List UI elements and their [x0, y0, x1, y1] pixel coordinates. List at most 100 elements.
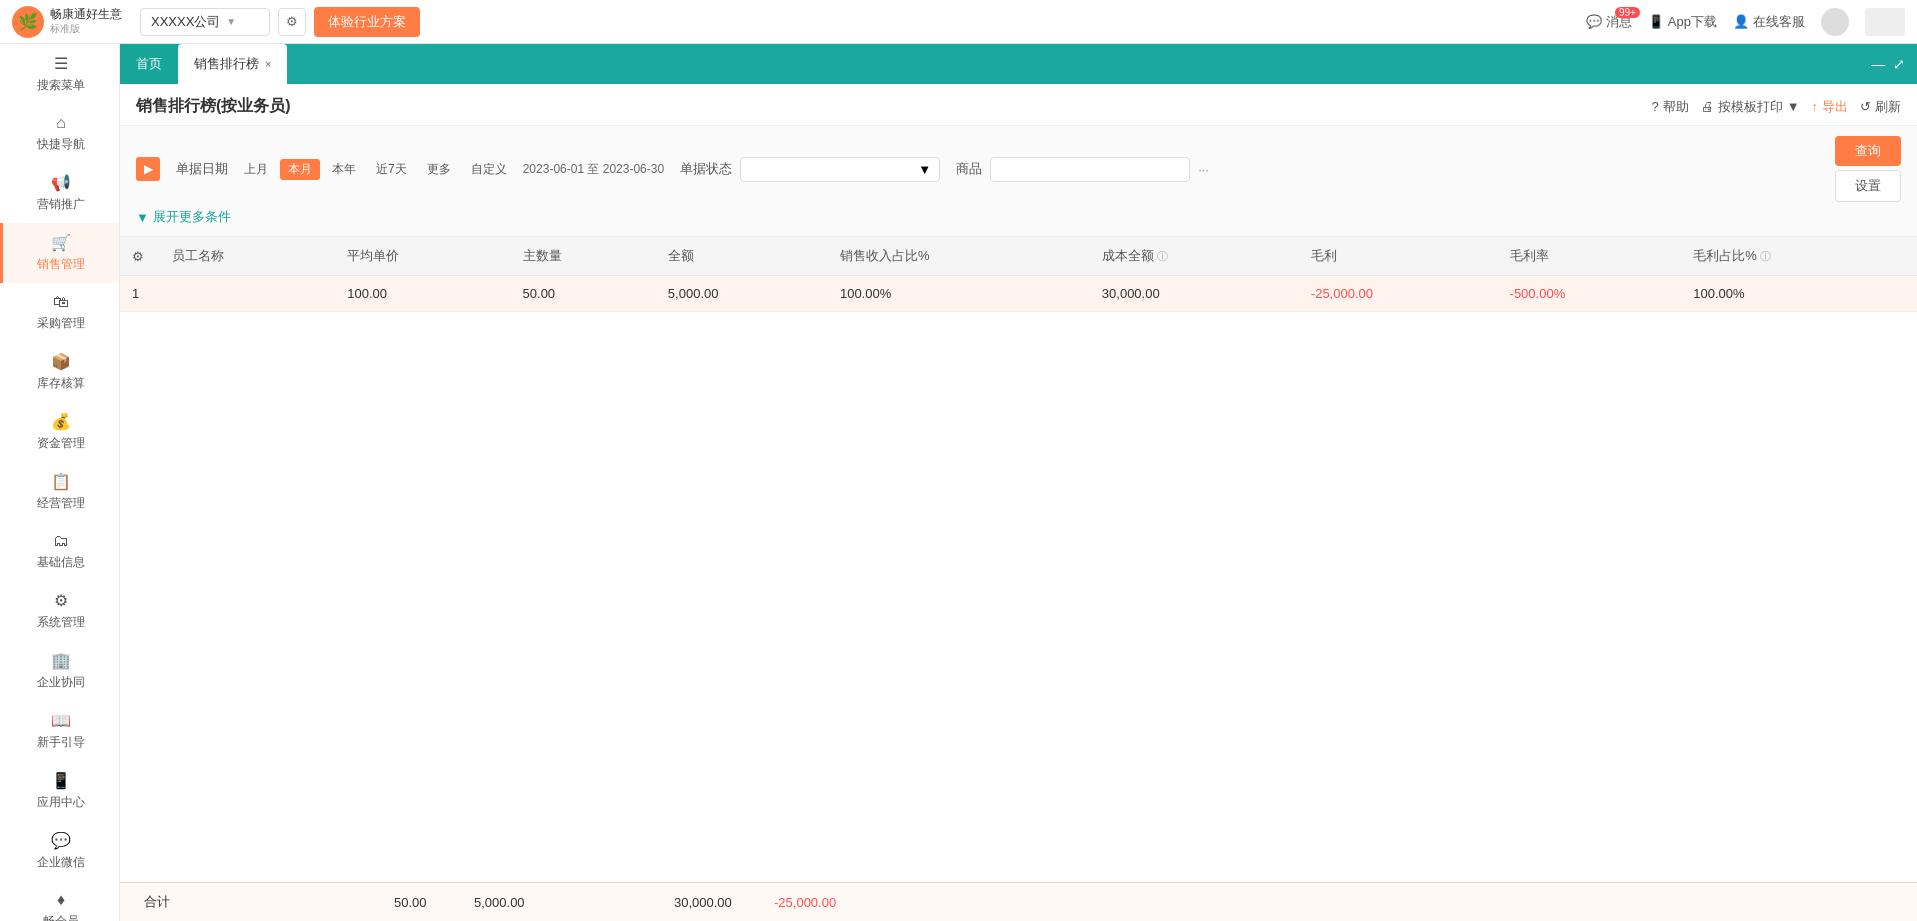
- cell-quantity: 50.00: [511, 276, 656, 312]
- message-btn[interactable]: 💬 消息 99+: [1586, 13, 1632, 31]
- tab-bar-right: — ⤢: [1859, 56, 1917, 72]
- status-select-arrow: ▼: [918, 162, 931, 177]
- goods-filter-group: 商品 ···: [956, 157, 1209, 182]
- avatar[interactable]: [1821, 8, 1849, 36]
- tab-home[interactable]: 首页: [120, 44, 178, 84]
- cell-name: [160, 276, 335, 312]
- message-badge: 99+: [1615, 7, 1640, 18]
- trial-button[interactable]: 体验行业方案: [314, 7, 420, 37]
- help-btn[interactable]: ? 帮助: [1651, 98, 1688, 116]
- sidebar-item-label: 系统管理: [37, 614, 85, 631]
- col-sales-ratio: 销售收入占比%: [828, 237, 1090, 276]
- vip-icon: ♦: [57, 891, 65, 909]
- table-row[interactable]: 1 100.00 50.00 5,000.00 100.00% 30,000.0…: [120, 276, 1917, 312]
- date-opt-more[interactable]: 更多: [419, 159, 459, 180]
- date-opt-this-month[interactable]: 本月: [280, 159, 320, 180]
- purchase-icon: 🛍: [53, 293, 69, 311]
- sidebar-item-sales[interactable]: 🛒 销售管理: [0, 223, 119, 283]
- search-icon: ☰: [54, 54, 68, 73]
- sidebar-item-marketing[interactable]: 📢 营销推广: [0, 163, 119, 223]
- data-table: ⚙ 员工名称 平均单价 主数量 全额 销售收入占比% 成本全额 ⓘ 毛利: [120, 237, 1917, 312]
- goods-input[interactable]: [990, 157, 1190, 182]
- settings-icon-btn[interactable]: ⚙: [278, 8, 306, 36]
- sidebar-item-label: 企业协同: [37, 674, 85, 691]
- arrow-icon: ▶: [144, 162, 153, 176]
- cost-info-icon[interactable]: ⓘ: [1157, 250, 1168, 262]
- user-name-area[interactable]: [1865, 8, 1905, 36]
- footer-amount: 5,000.00: [462, 895, 552, 910]
- page-content: 销售排行榜(按业务员) ? 帮助 🖨 按模板打印 ▼ ↑ 导出: [120, 84, 1917, 921]
- filter-toggle-btn[interactable]: ▶: [136, 157, 160, 181]
- operations-icon: 📋: [51, 472, 71, 491]
- date-opt-7days[interactable]: 近7天: [368, 159, 415, 180]
- sidebar-item-search-order[interactable]: ☰ 搜索菜单: [0, 44, 119, 104]
- col-avg-price: 平均单价: [335, 237, 510, 276]
- cell-amount: 5,000.00: [656, 276, 828, 312]
- home-icon: ⌂: [56, 114, 66, 132]
- sidebar-item-inventory[interactable]: 📦 库存核算: [0, 342, 119, 402]
- refresh-btn[interactable]: ↺ 刷新: [1860, 98, 1901, 116]
- query-button[interactable]: 查询: [1835, 136, 1901, 166]
- gross-ratio-info-icon[interactable]: ⓘ: [1760, 250, 1771, 262]
- sidebar-item-app-center[interactable]: 📱 应用中心: [0, 761, 119, 821]
- col-quantity: 主数量: [511, 237, 656, 276]
- col-gear: ⚙: [120, 237, 160, 276]
- sidebar-item-label: 基础信息: [37, 554, 85, 571]
- sidebar-item-quick-nav[interactable]: ⌂ 快捷导航: [0, 104, 119, 163]
- sidebar-item-label: 库存核算: [37, 375, 85, 392]
- tab-sales-ranking[interactable]: 销售排行榜 ×: [178, 44, 287, 84]
- tab-minimize-icon[interactable]: —: [1871, 56, 1885, 72]
- tab-close-icon[interactable]: ×: [265, 58, 271, 70]
- date-opt-custom[interactable]: 自定义: [463, 159, 515, 180]
- sidebar-item-guide[interactable]: 📖 新手引导: [0, 701, 119, 761]
- sidebar-item-purchase[interactable]: 🛍 采购管理: [0, 283, 119, 342]
- cell-gross-profit: -25,000.00: [1299, 276, 1498, 312]
- tab-maximize-icon[interactable]: ⤢: [1893, 56, 1905, 72]
- template-print-btn[interactable]: 🖨 按模板打印 ▼: [1701, 98, 1800, 116]
- dropdown-icon: ▼: [1787, 99, 1800, 114]
- message-icon: 💬: [1586, 14, 1602, 29]
- date-opt-this-year[interactable]: 本年: [324, 159, 364, 180]
- status-select[interactable]: ▼: [740, 157, 940, 182]
- top-header: 🌿 畅康通好生意 标准版 XXXXX公司 ▼ ⚙ 体验行业方案 💬 消息 99+…: [0, 0, 1917, 44]
- expand-more-btn[interactable]: ▼ 展开更多条件: [136, 208, 1901, 226]
- page-actions: ? 帮助 🖨 按模板打印 ▼ ↑ 导出 ↺ 刷新: [1651, 98, 1901, 116]
- sidebar-item-operations[interactable]: 📋 经营管理: [0, 462, 119, 522]
- date-filter-label: 单据日期: [176, 160, 228, 178]
- footer-cost: 30,000.00: [662, 895, 762, 910]
- date-opt-last-month[interactable]: 上月: [236, 159, 276, 180]
- marketing-icon: 📢: [51, 173, 71, 192]
- cell-sales-ratio: 100.00%: [828, 276, 1090, 312]
- sidebar-item-label: 快捷导航: [37, 136, 85, 153]
- sidebar-item-label: 新手引导: [37, 734, 85, 751]
- online-service-btn[interactable]: 👤 在线客服: [1733, 13, 1805, 31]
- system-icon: ⚙: [54, 591, 68, 610]
- col-cost: 成本全额 ⓘ: [1090, 237, 1299, 276]
- content-area: 首页 销售排行榜 × — ⤢ 销售排行榜(按业务员) ? 帮助: [120, 44, 1917, 921]
- company-selector[interactable]: XXXXX公司 ▼: [140, 8, 270, 36]
- sidebar-item-system[interactable]: ⚙ 系统管理: [0, 581, 119, 641]
- page-title: 销售排行榜(按业务员): [136, 96, 291, 117]
- download-icon: 📱: [1648, 14, 1664, 29]
- tab-bar: 首页 销售排行榜 × — ⤢: [120, 44, 1917, 84]
- sidebar-item-enterprise[interactable]: 🏢 企业协同: [0, 641, 119, 701]
- app-download-btn[interactable]: 📱 App下载: [1648, 13, 1717, 31]
- sidebar-item-finance[interactable]: 💰 资金管理: [0, 402, 119, 462]
- sidebar-item-label: 销售管理: [37, 256, 85, 273]
- company-name: XXXXX公司: [151, 13, 220, 31]
- filter-row: ▶ 单据日期 上月 本月 本年 近7天 更多 自定义 2023-: [136, 136, 1901, 202]
- inventory-icon: 📦: [51, 352, 71, 371]
- col-gross-profit: 毛利: [1299, 237, 1498, 276]
- sidebar-item-wechat[interactable]: 💬 企业微信: [0, 821, 119, 881]
- date-options: 上月 本月 本年 近7天 更多 自定义: [236, 159, 515, 180]
- expand-icon: ▼: [136, 210, 149, 225]
- sidebar-item-basic-info[interactable]: 🗂 基础信息: [0, 522, 119, 581]
- more-options-icon[interactable]: ···: [1198, 162, 1209, 177]
- finance-icon: 💰: [51, 412, 71, 431]
- settings-button[interactable]: 设置: [1835, 170, 1901, 202]
- export-btn[interactable]: ↑ 导出: [1812, 98, 1849, 116]
- table-gear-icon[interactable]: ⚙: [132, 249, 144, 264]
- sidebar-item-vip[interactable]: ♦ 畅会员: [0, 881, 119, 921]
- status-filter-group: 单据状态 ▼: [680, 157, 940, 182]
- logo-text: 畅康通好生意: [50, 7, 122, 23]
